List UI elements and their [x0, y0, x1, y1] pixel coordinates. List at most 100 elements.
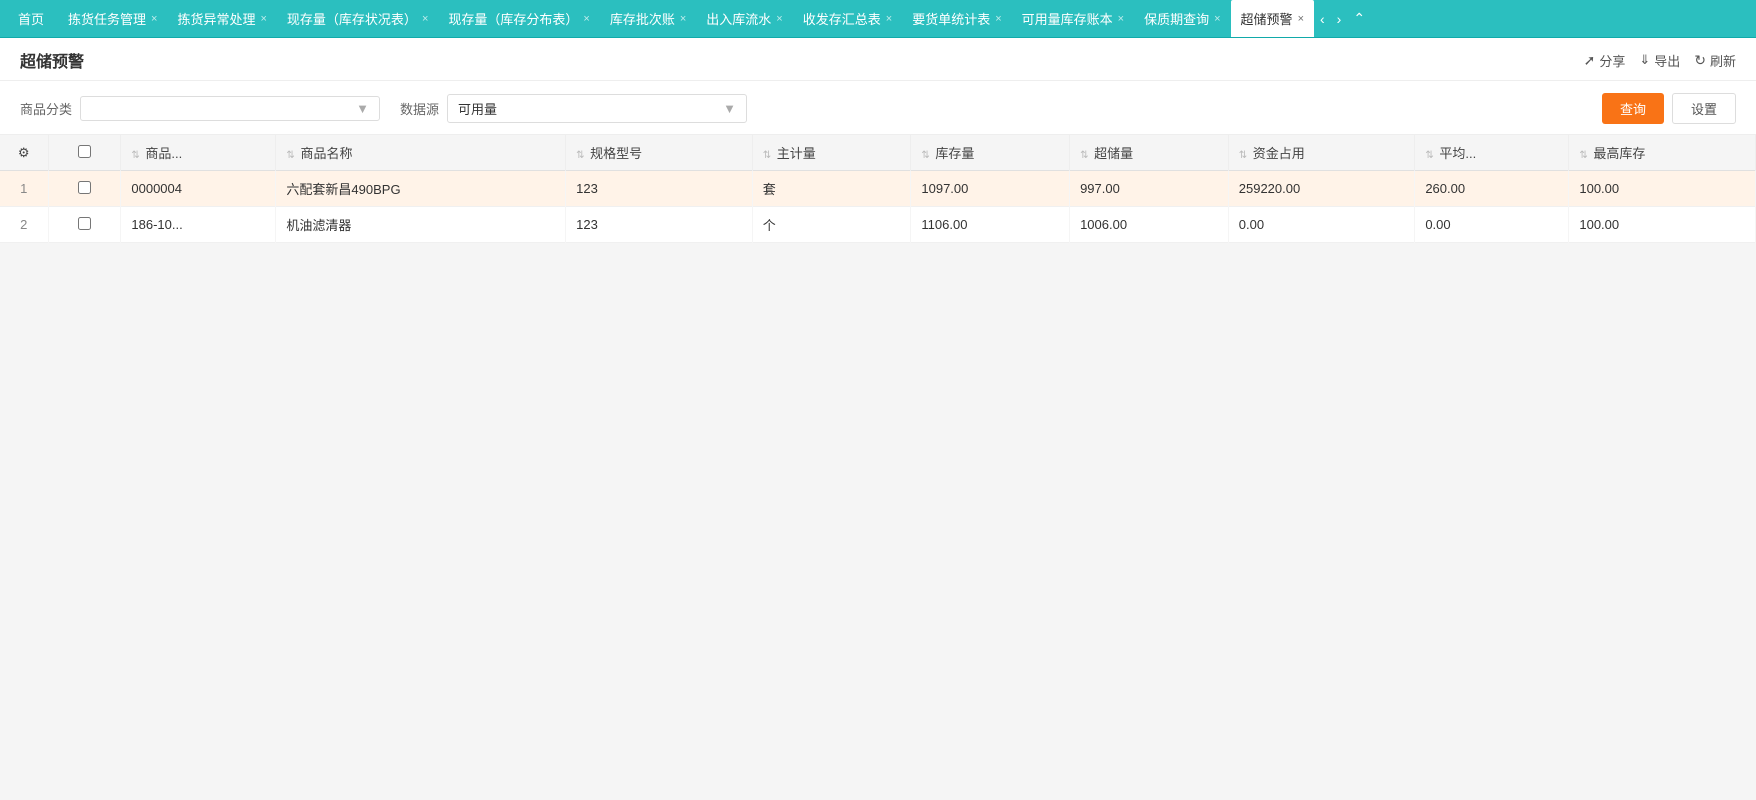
table-row: 1 0000004 六配套新昌490BPG 123 套 1097.00 997.… [0, 171, 1756, 207]
category-filter: 商品分类 ▼ [20, 96, 380, 121]
sort-icon: ⇅ [576, 150, 584, 161]
close-icon[interactable]: × [886, 13, 892, 25]
nav-right-arrow[interactable]: › [1331, 11, 1348, 27]
category-select[interactable]: ▼ [80, 96, 380, 121]
close-icon[interactable]: × [260, 13, 266, 25]
category-label: 商品分类 [20, 99, 72, 118]
close-icon[interactable]: × [1118, 13, 1124, 25]
close-icon[interactable]: × [995, 13, 1001, 25]
share-action[interactable]: ➚ 分享 [1584, 51, 1626, 70]
tab-order-stats[interactable]: 要货单统计表 × [902, 0, 1011, 38]
close-icon[interactable]: × [583, 13, 589, 25]
select-all-checkbox[interactable] [78, 145, 91, 158]
sort-icon: ⇅ [286, 150, 294, 161]
tab-stock-status[interactable]: 现存量（库存状况表） × [277, 0, 438, 38]
row-product-name: 六配套新昌490BPG [276, 171, 566, 207]
row-unit: 个 [752, 207, 911, 243]
row-num-cell: 1 [0, 171, 48, 207]
column-spec[interactable]: ⇅ 规格型号 [566, 135, 753, 171]
page-title: 超储预警 [20, 48, 84, 72]
gear-icon: ⚙ [18, 145, 30, 160]
row-num-cell: 2 [0, 207, 48, 243]
row-overstock: 997.00 [1070, 171, 1229, 207]
row-stock: 1097.00 [911, 171, 1070, 207]
header-actions: ➚ 分享 ⇓ 导出 ↻ 刷新 [1584, 51, 1736, 70]
column-checkbox[interactable] [48, 135, 121, 171]
datasource-label: 数据源 [400, 99, 439, 118]
data-table-wrapper: ⚙ ⇅ 商品... ⇅ 商品名称 ⇅ 规格型号 ⇅ [0, 135, 1756, 243]
row-capital: 259220.00 [1228, 171, 1415, 207]
chevron-down-icon: ▼ [723, 101, 736, 116]
column-capital[interactable]: ⇅ 资金占用 [1228, 135, 1415, 171]
filter-row: 商品分类 ▼ 数据源 可用量 ▼ 查询 设置 [0, 81, 1756, 135]
row-checkbox-cell[interactable] [48, 171, 121, 207]
nav-left-arrow[interactable]: ‹ [1314, 11, 1331, 27]
table-row: 2 186-10... 机油滤清器 123 个 1106.00 1006.00 … [0, 207, 1756, 243]
nav-expand-arrow[interactable]: ⌃ [1347, 10, 1371, 27]
tab-flow[interactable]: 出入库流水 × [696, 0, 792, 38]
datasource-filter: 数据源 可用量 ▼ [400, 94, 747, 123]
close-icon[interactable]: × [1214, 13, 1220, 25]
datasource-select[interactable]: 可用量 ▼ [447, 94, 747, 123]
tab-stock-distribution[interactable]: 现存量（库存分布表） × [438, 0, 599, 38]
sort-icon: ⇅ [1080, 150, 1088, 161]
column-product-code[interactable]: ⇅ 商品... [121, 135, 276, 171]
sort-icon: ⇅ [1239, 150, 1247, 161]
share-icon: ➚ [1584, 52, 1596, 69]
column-unit[interactable]: ⇅ 主计量 [752, 135, 911, 171]
close-icon[interactable]: × [151, 13, 157, 25]
close-icon[interactable]: × [680, 13, 686, 25]
sort-icon: ⇅ [763, 150, 771, 161]
row-avg: 0.00 [1415, 207, 1569, 243]
row-checkbox[interactable] [78, 181, 91, 194]
sort-icon: ⇅ [1579, 150, 1587, 161]
topbar: 首页 拣货任务管理 × 拣货异常处理 × 现存量（库存状况表） × 现存量（库存… [0, 0, 1756, 38]
chevron-down-icon: ▼ [356, 101, 369, 116]
filter-buttons: 查询 设置 [1602, 93, 1736, 124]
column-settings-icon[interactable]: ⚙ [0, 135, 48, 171]
row-spec: 123 [566, 207, 753, 243]
row-checkbox-cell[interactable] [48, 207, 121, 243]
tab-available-stock[interactable]: 可用量库存账本 × [1012, 0, 1134, 38]
page-header: 超储预警 ➚ 分享 ⇓ 导出 ↻ 刷新 [0, 38, 1756, 81]
row-spec: 123 [566, 171, 753, 207]
sort-icon: ⇅ [131, 150, 139, 161]
table-header-row: ⚙ ⇅ 商品... ⇅ 商品名称 ⇅ 规格型号 ⇅ [0, 135, 1756, 171]
row-avg: 260.00 [1415, 171, 1569, 207]
row-product-name: 机油滤清器 [276, 207, 566, 243]
tab-quality-period[interactable]: 保质期查询 × [1134, 0, 1230, 38]
datasource-select-value: 可用量 [458, 99, 497, 118]
close-icon[interactable]: × [776, 13, 782, 25]
refresh-action[interactable]: ↻ 刷新 [1694, 51, 1736, 70]
column-product-name[interactable]: ⇅ 商品名称 [276, 135, 566, 171]
column-stock[interactable]: ⇅ 库存量 [911, 135, 1070, 171]
export-icon: ⇓ [1639, 52, 1650, 68]
row-capital: 0.00 [1228, 207, 1415, 243]
row-max-stock: 100.00 [1569, 171, 1756, 207]
row-product-code: 0000004 [121, 171, 276, 207]
row-overstock: 1006.00 [1070, 207, 1229, 243]
query-button[interactable]: 查询 [1602, 93, 1664, 124]
data-table: ⚙ ⇅ 商品... ⇅ 商品名称 ⇅ 规格型号 ⇅ [0, 135, 1756, 243]
row-unit: 套 [752, 171, 911, 207]
row-product-code: 186-10... [121, 207, 276, 243]
sort-icon: ⇅ [1425, 150, 1433, 161]
export-action[interactable]: ⇓ 导出 [1639, 51, 1680, 70]
sort-icon: ⇅ [921, 150, 929, 161]
column-overstock[interactable]: ⇅ 超储量 [1070, 135, 1229, 171]
tab-overstock-warning[interactable]: 超储预警 × [1231, 0, 1314, 38]
row-stock: 1106.00 [911, 207, 1070, 243]
close-icon[interactable]: × [422, 13, 428, 25]
close-icon[interactable]: × [1298, 13, 1304, 25]
tab-summary[interactable]: 收发存汇总表 × [793, 0, 902, 38]
refresh-icon: ↻ [1694, 52, 1706, 69]
row-max-stock: 100.00 [1569, 207, 1756, 243]
tab-exception-handling[interactable]: 拣货异常处理 × [167, 0, 276, 38]
tab-home[interactable]: 首页 [4, 0, 58, 38]
row-checkbox[interactable] [78, 217, 91, 230]
settings-button[interactable]: 设置 [1672, 93, 1736, 124]
tab-task-management[interactable]: 拣货任务管理 × [58, 0, 167, 38]
column-avg[interactable]: ⇅ 平均... [1415, 135, 1569, 171]
tab-batch-account[interactable]: 库存批次账 × [600, 0, 696, 38]
column-max-stock[interactable]: ⇅ 最高库存 [1569, 135, 1756, 171]
